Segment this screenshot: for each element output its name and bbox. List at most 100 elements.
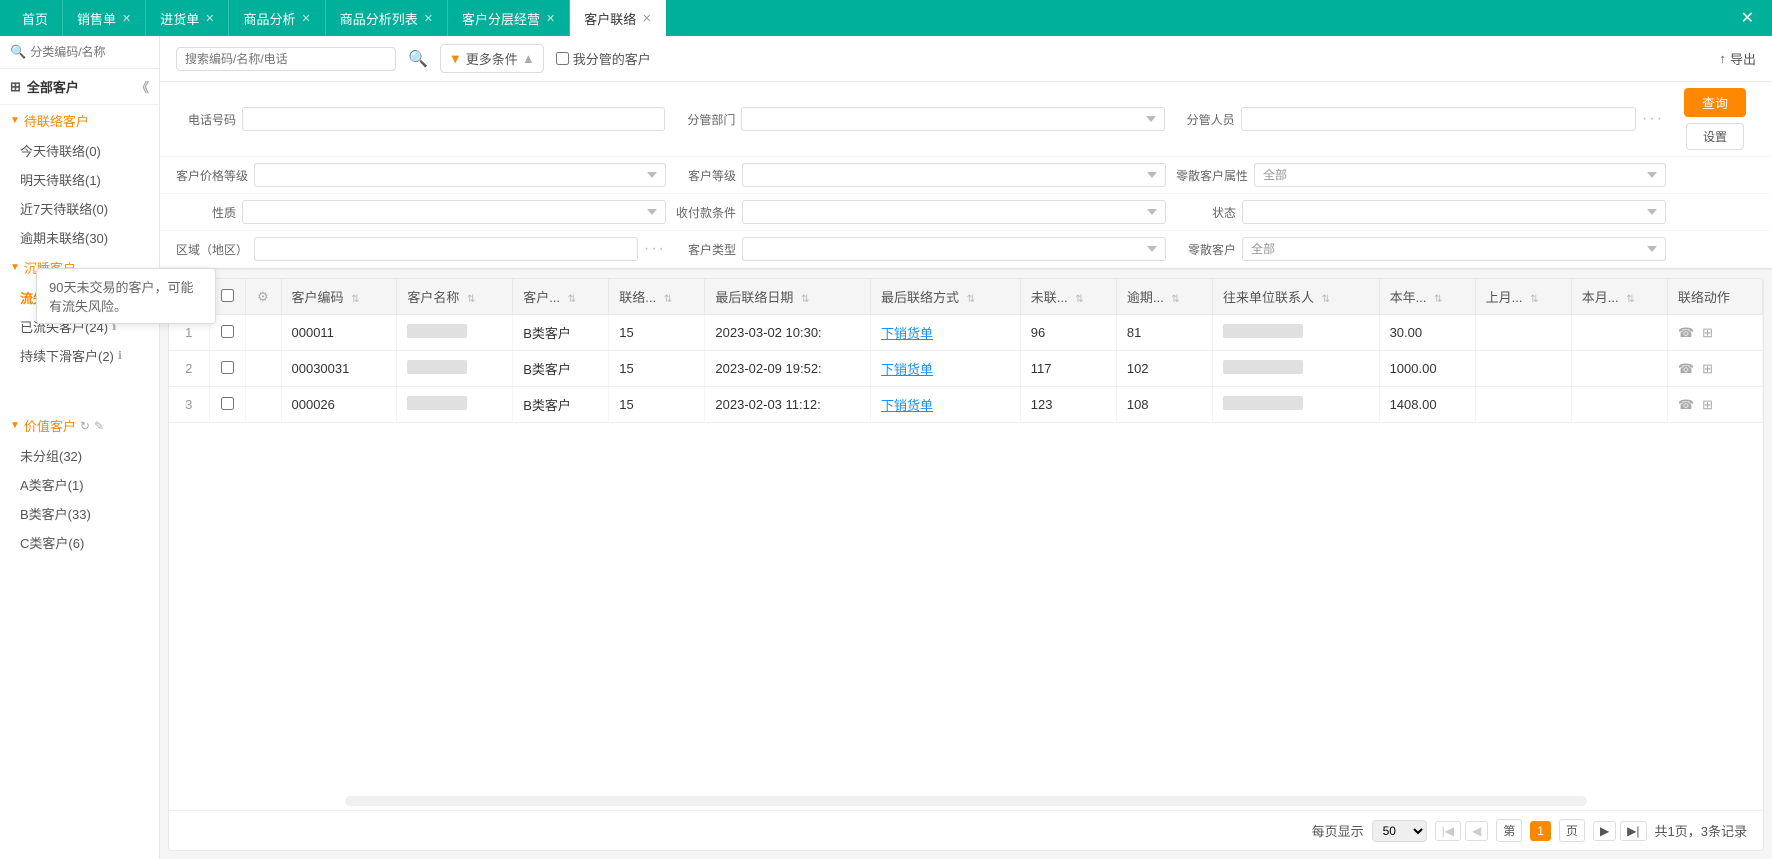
phone-input[interactable] bbox=[242, 107, 665, 131]
more-action-icon[interactable]: ⊞ bbox=[1702, 397, 1713, 413]
search-input[interactable] bbox=[176, 47, 396, 71]
more-action-icon[interactable]: ⊞ bbox=[1702, 325, 1713, 341]
table-scroll[interactable]: ⚙ 客户编码 ⇅ 客户名称 ⇅ 客户... ⇅ 联络... ⇅ 最后联络日期 ⇅… bbox=[169, 279, 1763, 792]
tab-analysis[interactable]: 商品分析 ✕ bbox=[229, 0, 325, 36]
contact-action-icon[interactable]: ☎ bbox=[1678, 397, 1694, 413]
edit-icon[interactable]: ✎ bbox=[94, 419, 104, 433]
first-page-button[interactable]: |◀ bbox=[1435, 821, 1461, 841]
adv-filter-row-2: 客户价格等级 客户等级 零散客户属性 全部 bbox=[160, 157, 1772, 194]
col-settings-icon[interactable]: ⚙ bbox=[245, 279, 281, 315]
cell-checkbox[interactable] bbox=[209, 387, 245, 423]
status-select[interactable] bbox=[1242, 200, 1666, 224]
sidebar-item-overdue[interactable]: 逾期未联络(30) bbox=[0, 223, 159, 252]
dept-select[interactable] bbox=[741, 107, 1164, 131]
retail-attr-select[interactable]: 全部 bbox=[1254, 163, 1666, 187]
cell-contact: 15 bbox=[609, 315, 705, 351]
sidebar-group-pending[interactable]: ▼ 待联络客户 bbox=[0, 105, 159, 136]
cell-overdue: 108 bbox=[1116, 387, 1212, 423]
sidebar-search-input[interactable] bbox=[30, 45, 160, 59]
row-checkbox[interactable] bbox=[221, 325, 234, 338]
sidebar-all-customers[interactable]: ⊞ 全部客户 《 bbox=[0, 69, 159, 105]
prev-page-button[interactable]: ◀ bbox=[1465, 821, 1488, 841]
tab-purchase[interactable]: 进货单 ✕ bbox=[146, 0, 229, 36]
sidebar-item-class-a[interactable]: A类客户(1) bbox=[0, 470, 159, 499]
more-conditions-button[interactable]: ▼ 更多条件 ▲ bbox=[440, 44, 544, 73]
customer-type-select[interactable] bbox=[742, 237, 1166, 261]
manager-dots[interactable]: ··· bbox=[1642, 110, 1664, 128]
sidebar-item-tomorrow[interactable]: 明天待联络(1) bbox=[0, 165, 159, 194]
customer-tier-select[interactable] bbox=[742, 163, 1166, 187]
tab-sales[interactable]: 销售单 ✕ bbox=[63, 0, 146, 36]
sidebar-item-declining[interactable]: 持续下滑客户(2) ℹ bbox=[0, 341, 159, 370]
close-purchase-tab[interactable]: ✕ bbox=[205, 12, 214, 25]
close-analysis-list-tab[interactable]: ✕ bbox=[424, 12, 433, 25]
tab-home[interactable]: 首页 bbox=[8, 0, 63, 36]
cell-type: B类客户 bbox=[513, 351, 609, 387]
my-customers-checkbox[interactable] bbox=[556, 52, 569, 65]
cell-name bbox=[397, 315, 513, 351]
retail-attr-cell: 零散客户属性 全部 bbox=[1176, 163, 1666, 187]
close-customer-tier-tab[interactable]: ✕ bbox=[546, 12, 555, 25]
sidebar-group-value[interactable]: ▼ 价值客户 ↻ ✎ bbox=[0, 410, 159, 441]
cell-overdue: 81 bbox=[1116, 315, 1212, 351]
action-icons: ☎ ⊞ bbox=[1678, 361, 1752, 377]
contact-method-link[interactable]: 下销货单 bbox=[881, 398, 933, 413]
search-button[interactable]: 🔍 bbox=[408, 49, 428, 69]
my-customers-checkbox-label[interactable]: 我分管的客户 bbox=[556, 49, 651, 68]
tab-analysis-list[interactable]: 商品分析列表 ✕ bbox=[326, 0, 448, 36]
cell-type: B类客户 bbox=[513, 387, 609, 423]
cell-last-method[interactable]: 下销货单 bbox=[871, 351, 1021, 387]
sidebar-item-class-c[interactable]: C类客户(6) bbox=[0, 528, 159, 557]
row-checkbox[interactable] bbox=[221, 361, 234, 374]
last-page-button[interactable]: ▶| bbox=[1620, 821, 1646, 841]
sort-icon-10: ⇅ bbox=[1434, 294, 1442, 305]
row-checkbox[interactable] bbox=[221, 397, 234, 410]
payment-select[interactable] bbox=[742, 200, 1166, 224]
manager-input[interactable] bbox=[1241, 107, 1636, 131]
retail-select[interactable]: 全部 bbox=[1242, 237, 1666, 261]
sidebar-item-7days[interactable]: 近7天待联络(0) bbox=[0, 194, 159, 223]
close-sales-tab[interactable]: ✕ bbox=[122, 12, 131, 25]
sidebar-item-today[interactable]: 今天待联络(0) bbox=[0, 136, 159, 165]
query-button[interactable]: 查询 bbox=[1684, 88, 1746, 117]
cell-last-date: 2023-03-02 10:30: bbox=[705, 315, 871, 351]
price-tier-select[interactable] bbox=[254, 163, 666, 187]
next-page-button[interactable]: ▶ bbox=[1593, 821, 1616, 841]
nature-select[interactable] bbox=[242, 200, 666, 224]
blurred-contacts bbox=[1223, 324, 1303, 338]
cell-checkbox[interactable] bbox=[209, 351, 245, 387]
export-button[interactable]: ↑ 导出 bbox=[1719, 49, 1756, 68]
region-input[interactable] bbox=[254, 237, 638, 261]
window-close-button[interactable]: ✕ bbox=[1731, 8, 1764, 28]
retail-cell: 零散客户 全部 bbox=[1176, 237, 1666, 261]
col-no-contact: 未联... ⇅ bbox=[1020, 279, 1116, 315]
manager-filter-cell: 分管人员 ··· bbox=[1175, 107, 1664, 131]
customer-tier-cell: 客户等级 bbox=[676, 163, 1166, 187]
tab-customer-contact[interactable]: 客户联络 ✕ bbox=[570, 0, 666, 36]
per-page-select[interactable]: 50 100 bbox=[1372, 820, 1427, 842]
settings-button[interactable]: 设置 bbox=[1686, 123, 1744, 150]
contact-method-link[interactable]: 下销货单 bbox=[881, 326, 933, 341]
horizontal-scrollbar[interactable] bbox=[345, 796, 1587, 806]
sidebar-item-ungroup[interactable]: 未分组(32) bbox=[0, 441, 159, 470]
more-action-icon[interactable]: ⊞ bbox=[1702, 361, 1713, 377]
collapse-icon[interactable]: 《 bbox=[136, 77, 149, 96]
contact-action-icon[interactable]: ☎ bbox=[1678, 361, 1694, 377]
region-dots[interactable]: ··· bbox=[644, 240, 666, 258]
tab-customer-tier[interactable]: 客户分层经营 ✕ bbox=[448, 0, 570, 36]
contact-action-icon[interactable]: ☎ bbox=[1678, 325, 1694, 341]
column-settings-icon[interactable]: ⚙ bbox=[257, 289, 269, 304]
arrow-down-icon-2: ▼ bbox=[10, 262, 20, 273]
page-label: 第 bbox=[1496, 819, 1522, 842]
select-all-checkbox[interactable] bbox=[221, 289, 234, 302]
filter-bar: 🔍 ▼ 更多条件 ▲ 我分管的客户 ↑ 导出 bbox=[160, 36, 1772, 82]
cell-last-method[interactable]: 下销货单 bbox=[871, 387, 1021, 423]
cell-last-method[interactable]: 下销货单 bbox=[871, 315, 1021, 351]
close-customer-contact-tab[interactable]: ✕ bbox=[642, 12, 651, 25]
cell-index: 3 bbox=[169, 387, 209, 423]
current-page-indicator: 1 bbox=[1530, 821, 1551, 841]
sidebar-item-class-b[interactable]: B类客户(33) bbox=[0, 499, 159, 528]
close-analysis-tab[interactable]: ✕ bbox=[302, 12, 311, 25]
contact-method-link[interactable]: 下销货单 bbox=[881, 362, 933, 377]
refresh-icon[interactable]: ↻ bbox=[80, 419, 90, 433]
